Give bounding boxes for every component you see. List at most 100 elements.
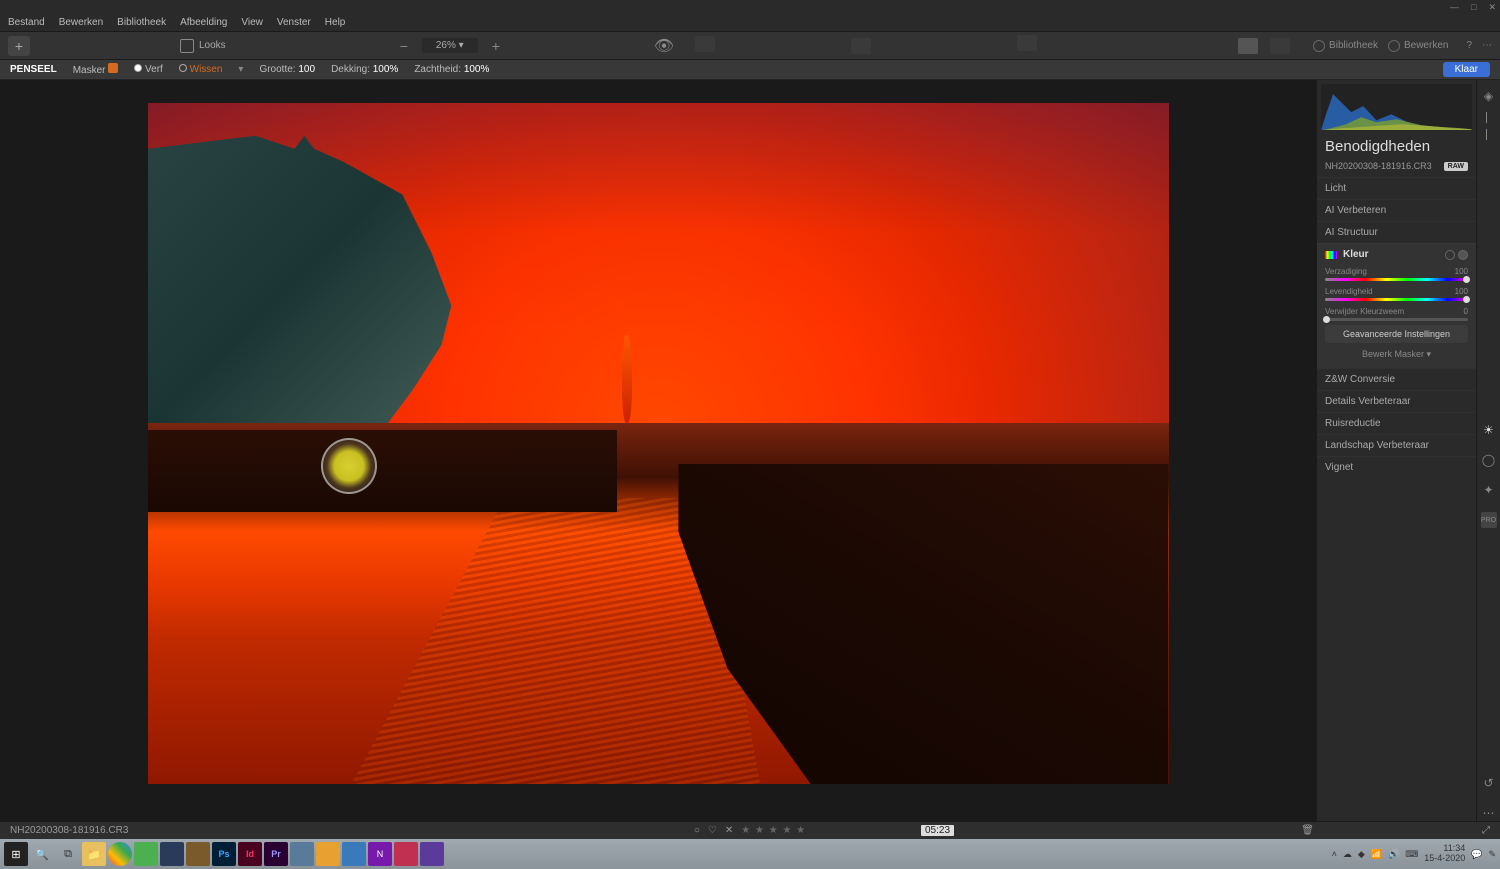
- circle-icon[interactable]: ◯: [1481, 452, 1497, 468]
- section-landschap[interactable]: Landschap Verbeteraar: [1317, 434, 1476, 456]
- history-icon[interactable]: ↺: [1481, 775, 1497, 791]
- taskbar-app-1[interactable]: [160, 842, 184, 866]
- video-time-overlay: 05:23: [921, 825, 954, 836]
- section-ai-structuur[interactable]: AI Structuur: [1317, 221, 1476, 243]
- taskbar-onenote[interactable]: N: [368, 842, 392, 866]
- done-button[interactable]: Klaar: [1443, 62, 1490, 77]
- pro-badge[interactable]: PRO: [1481, 512, 1497, 528]
- mode-verf[interactable]: Verf: [134, 64, 163, 75]
- more-icon[interactable]: ⋯: [1481, 805, 1497, 821]
- preview-eye-icon[interactable]: 👁: [654, 36, 674, 56]
- dropdown-arrow-icon[interactable]: ▾: [238, 64, 243, 75]
- taskbar-app-2[interactable]: [186, 842, 210, 866]
- kleurzweem-value[interactable]: 0: [1464, 307, 1468, 316]
- levendigheid-slider[interactable]: [1325, 298, 1468, 301]
- section-details[interactable]: Details Verbeteraar: [1317, 390, 1476, 412]
- section-licht[interactable]: Licht: [1317, 177, 1476, 199]
- tab-bibliotheek[interactable]: Bibliotheek: [1313, 40, 1378, 52]
- taskbar-indesign[interactable]: Id: [238, 842, 262, 866]
- advanced-settings-button[interactable]: Geavanceerde Instellingen: [1325, 325, 1468, 343]
- menu-bibliotheek[interactable]: Bibliotheek: [117, 17, 166, 28]
- menu-bewerken[interactable]: Bewerken: [59, 17, 103, 28]
- tray-volume-icon[interactable]: 🔊: [1388, 849, 1399, 860]
- dekking-control[interactable]: Dekking: 100%: [331, 64, 398, 75]
- section-toggle-icon[interactable]: [1458, 250, 1468, 260]
- tray-cloud-icon[interactable]: ☁: [1343, 849, 1352, 860]
- verzadiging-value[interactable]: 100: [1455, 267, 1468, 276]
- view-mode-1[interactable]: [1238, 38, 1258, 54]
- section-kleur[interactable]: Kleur: [1317, 243, 1476, 265]
- help-icon[interactable]: ?: [1466, 40, 1472, 51]
- mask-label[interactable]: Masker: [73, 63, 119, 76]
- tab-bewerken[interactable]: Bewerken: [1388, 40, 1448, 52]
- tray-notifications-icon[interactable]: 💬: [1471, 849, 1482, 860]
- minimize-button[interactable]: —: [1450, 2, 1459, 12]
- canvas-area[interactable]: [0, 80, 1316, 821]
- menu-help[interactable]: Help: [325, 17, 346, 28]
- zachtheid-control[interactable]: Zachtheid: 100%: [414, 64, 489, 75]
- edit-mask-button[interactable]: Bewerk Masker ▾: [1325, 347, 1468, 362]
- star-icon[interactable]: ✦: [1481, 482, 1497, 498]
- favorite-heart-icon[interactable]: ♡: [708, 825, 717, 836]
- maximize-button[interactable]: □: [1471, 2, 1476, 12]
- compare-icon[interactable]: [695, 36, 715, 52]
- section-zw-conversie[interactable]: Z&W Conversie: [1317, 368, 1476, 390]
- verzadiging-slider[interactable]: [1325, 278, 1468, 281]
- taskbar-photoshop[interactable]: Ps: [212, 842, 236, 866]
- histogram[interactable]: [1321, 84, 1472, 130]
- tool-selector[interactable]: Looks: [180, 39, 226, 53]
- menu-afbeelding[interactable]: Afbeelding: [180, 17, 227, 28]
- taskbar-app-green[interactable]: [134, 842, 158, 866]
- zoom-in-button[interactable]: +: [488, 38, 504, 54]
- brush-cursor: [321, 438, 377, 494]
- taskbar-chrome[interactable]: [108, 842, 132, 866]
- tray-pen-icon[interactable]: ✎: [1488, 849, 1496, 860]
- tray-app-icon[interactable]: ◆: [1358, 849, 1365, 860]
- taskbar-search-icon[interactable]: 🔍: [30, 842, 54, 866]
- tray-language[interactable]: ⌨: [1405, 849, 1418, 860]
- taskview-icon[interactable]: ⧉: [56, 842, 80, 866]
- crop-icon[interactable]: [851, 38, 871, 54]
- section-vignet[interactable]: Vignet: [1317, 456, 1476, 478]
- reject-x-icon[interactable]: ✕: [725, 825, 733, 836]
- photo-preview[interactable]: [148, 103, 1169, 784]
- taskbar-app-4[interactable]: [316, 842, 340, 866]
- close-button[interactable]: ✕: [1488, 2, 1496, 13]
- zoom-out-button[interactable]: −: [396, 38, 412, 54]
- taskbar-app-5[interactable]: [342, 842, 366, 866]
- trash-icon[interactable]: 🗑: [1301, 825, 1314, 836]
- taskbar-app-3[interactable]: [290, 842, 314, 866]
- section-ai-verbeteren[interactable]: AI Verbeteren: [1317, 199, 1476, 221]
- kleurzweem-slider[interactable]: [1325, 318, 1468, 321]
- start-button[interactable]: ⊞: [4, 842, 28, 866]
- section-reset-icon[interactable]: [1445, 250, 1455, 260]
- taskbar-premiere[interactable]: Pr: [264, 842, 288, 866]
- layers-icon[interactable]: ◈: [1481, 88, 1497, 104]
- taskbar-luminar[interactable]: [420, 842, 444, 866]
- tool-label: Looks: [199, 40, 226, 51]
- grootte-control[interactable]: Grootte: 100: [259, 64, 315, 75]
- expand-icon[interactable]: ⤢: [1482, 825, 1490, 836]
- tray-chevron-icon[interactable]: ˄: [1332, 849, 1337, 859]
- sun-icon[interactable]: ☀: [1481, 422, 1497, 438]
- menu-dots-icon[interactable]: ⋯: [1482, 40, 1492, 51]
- tray-clock[interactable]: 11:34 15-4-2020: [1424, 844, 1465, 864]
- menu-bestand[interactable]: Bestand: [8, 17, 45, 28]
- section-ruisreductie[interactable]: Ruisreductie: [1317, 412, 1476, 434]
- rating-stars[interactable]: ★ ★ ★ ★ ★: [741, 825, 806, 836]
- menu-view[interactable]: View: [241, 17, 263, 28]
- flag-circle-icon[interactable]: ○: [694, 825, 700, 836]
- taskbar-app-6[interactable]: [394, 842, 418, 866]
- tray-network-icon[interactable]: 📶: [1371, 849, 1382, 860]
- raw-badge: RAW: [1444, 162, 1468, 171]
- add-button[interactable]: +: [8, 36, 30, 56]
- menu-venster[interactable]: Venster: [277, 17, 311, 28]
- adjustments-icon[interactable]: 丨丨: [1481, 118, 1497, 134]
- levendigheid-value[interactable]: 100: [1455, 287, 1468, 296]
- tool-name: PENSEEL: [10, 64, 57, 75]
- view-mode-2[interactable]: [1270, 38, 1290, 54]
- mode-wissen[interactable]: Wissen: [179, 64, 223, 75]
- zoom-value[interactable]: 26% ▾: [422, 38, 478, 53]
- taskbar-explorer[interactable]: 📁: [82, 842, 106, 866]
- export-icon[interactable]: [1017, 35, 1037, 51]
